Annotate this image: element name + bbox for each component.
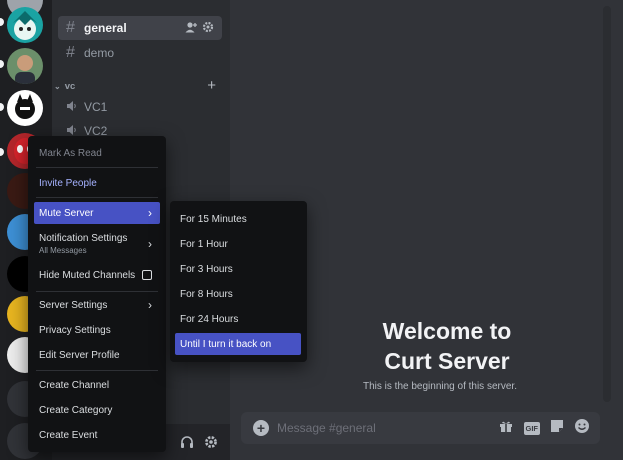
message-input[interactable]: Message #general xyxy=(277,421,499,435)
plus-icon[interactable]: + xyxy=(207,77,216,94)
menu-sublabel: All Messages xyxy=(39,246,87,255)
chevron-right-icon: › xyxy=(148,237,152,251)
mute-option-15-minutes[interactable]: For 15 Minutes xyxy=(175,208,301,230)
menu-mute-server[interactable]: Mute Server › xyxy=(34,202,160,224)
menu-label: Until I turn it back on xyxy=(180,338,272,350)
mute-option-24-hours[interactable]: For 24 Hours xyxy=(175,308,301,330)
chevron-right-icon: › xyxy=(148,206,152,220)
menu-notification-settings[interactable]: Notification Settings All Messages › xyxy=(34,228,160,260)
menu-label: For 3 Hours xyxy=(180,263,233,275)
menu-label: For 15 Minutes xyxy=(180,213,247,225)
hash-icon: # xyxy=(66,19,75,36)
channel-general[interactable]: # general xyxy=(58,16,222,40)
welcome-heading: Welcome to Curt Server xyxy=(332,316,562,376)
channel-demo[interactable]: # demo xyxy=(58,41,222,65)
menu-label: Privacy Settings xyxy=(39,324,111,336)
menu-divider xyxy=(36,197,158,198)
chevron-down-icon: ⌄ xyxy=(54,81,61,91)
menu-create-channel[interactable]: Create Channel xyxy=(34,374,160,396)
menu-divider xyxy=(36,370,158,371)
user-settings-icon[interactable] xyxy=(204,435,218,454)
sticker-icon[interactable] xyxy=(550,419,564,438)
menu-edit-server-profile[interactable]: Edit Server Profile xyxy=(34,344,160,366)
server-icon-3[interactable] xyxy=(7,48,43,84)
hash-icon: # xyxy=(66,44,75,61)
menu-label: For 24 Hours xyxy=(180,313,239,325)
voice-channel-vc1[interactable]: VC1 xyxy=(58,95,222,119)
server-indicator xyxy=(0,103,4,111)
scrollbar-track[interactable] xyxy=(603,6,611,402)
channel-label: general xyxy=(84,21,127,35)
attach-plus-icon[interactable]: + xyxy=(253,420,269,436)
menu-label: Create Channel xyxy=(39,379,110,391)
mute-duration-submenu: For 15 Minutes For 1 Hour For 3 Hours Fo… xyxy=(170,201,307,362)
menu-label: Edit Server Profile xyxy=(39,349,120,361)
headphones-icon[interactable] xyxy=(180,435,194,454)
welcome-line-2: Curt Server xyxy=(384,348,510,374)
gear-icon[interactable] xyxy=(202,21,214,36)
menu-divider xyxy=(36,167,158,168)
channel-label: demo xyxy=(84,46,115,60)
menu-privacy-settings[interactable]: Privacy Settings xyxy=(34,319,160,341)
server-context-menu: Mark As Read Invite People Mute Server ›… xyxy=(28,136,166,452)
chevron-right-icon: › xyxy=(148,298,152,312)
welcome-line-1: Welcome to xyxy=(382,318,512,344)
menu-label: Invite People xyxy=(39,177,97,189)
gift-icon[interactable] xyxy=(499,419,513,438)
gif-icon[interactable]: GIF xyxy=(523,421,540,435)
menu-label: Create Event xyxy=(39,429,98,441)
menu-label: Mute Server xyxy=(39,207,94,219)
menu-invite-people[interactable]: Invite People xyxy=(34,174,160,192)
menu-divider xyxy=(36,291,158,292)
mute-option-8-hours[interactable]: For 8 Hours xyxy=(175,283,301,305)
channel-label: VC1 xyxy=(84,100,108,114)
menu-label: Hide Muted Channels xyxy=(39,269,136,281)
mute-option-3-hours[interactable]: For 3 Hours xyxy=(175,258,301,280)
add-member-icon[interactable] xyxy=(185,21,198,36)
menu-label: For 8 Hours xyxy=(180,288,233,300)
menu-create-event[interactable]: Create Event xyxy=(34,424,160,446)
server-indicator xyxy=(0,60,4,68)
menu-server-settings[interactable]: Server Settings › xyxy=(34,294,160,316)
voice-category[interactable]: ⌄ vc + xyxy=(54,77,224,94)
server-indicator xyxy=(0,18,4,26)
server-icon-2[interactable] xyxy=(7,7,43,43)
mute-option-1-hour[interactable]: For 1 Hour xyxy=(175,233,301,255)
menu-label: Server Settings xyxy=(39,299,108,311)
menu-create-category[interactable]: Create Category xyxy=(34,399,160,421)
menu-mark-as-read[interactable]: Mark As Read xyxy=(34,144,160,162)
menu-label: Create Category xyxy=(39,404,113,416)
menu-label: Notification Settings xyxy=(39,233,128,244)
message-composer[interactable]: + Message #general GIF xyxy=(241,412,600,444)
beginning-text: This is the beginning of this server. xyxy=(363,381,517,392)
checkbox[interactable] xyxy=(142,270,152,280)
mute-option-until-turned-back-on[interactable]: Until I turn it back on xyxy=(175,333,301,355)
speaker-icon xyxy=(66,100,84,115)
category-label: vc xyxy=(64,80,76,92)
emoji-icon[interactable] xyxy=(574,418,590,439)
menu-label: For 1 Hour xyxy=(180,238,228,250)
menu-hide-muted-channels[interactable]: Hide Muted Channels xyxy=(34,264,160,286)
menu-label: Mark As Read xyxy=(39,147,102,159)
server-icon-4[interactable] xyxy=(7,90,43,126)
server-indicator xyxy=(0,148,4,156)
